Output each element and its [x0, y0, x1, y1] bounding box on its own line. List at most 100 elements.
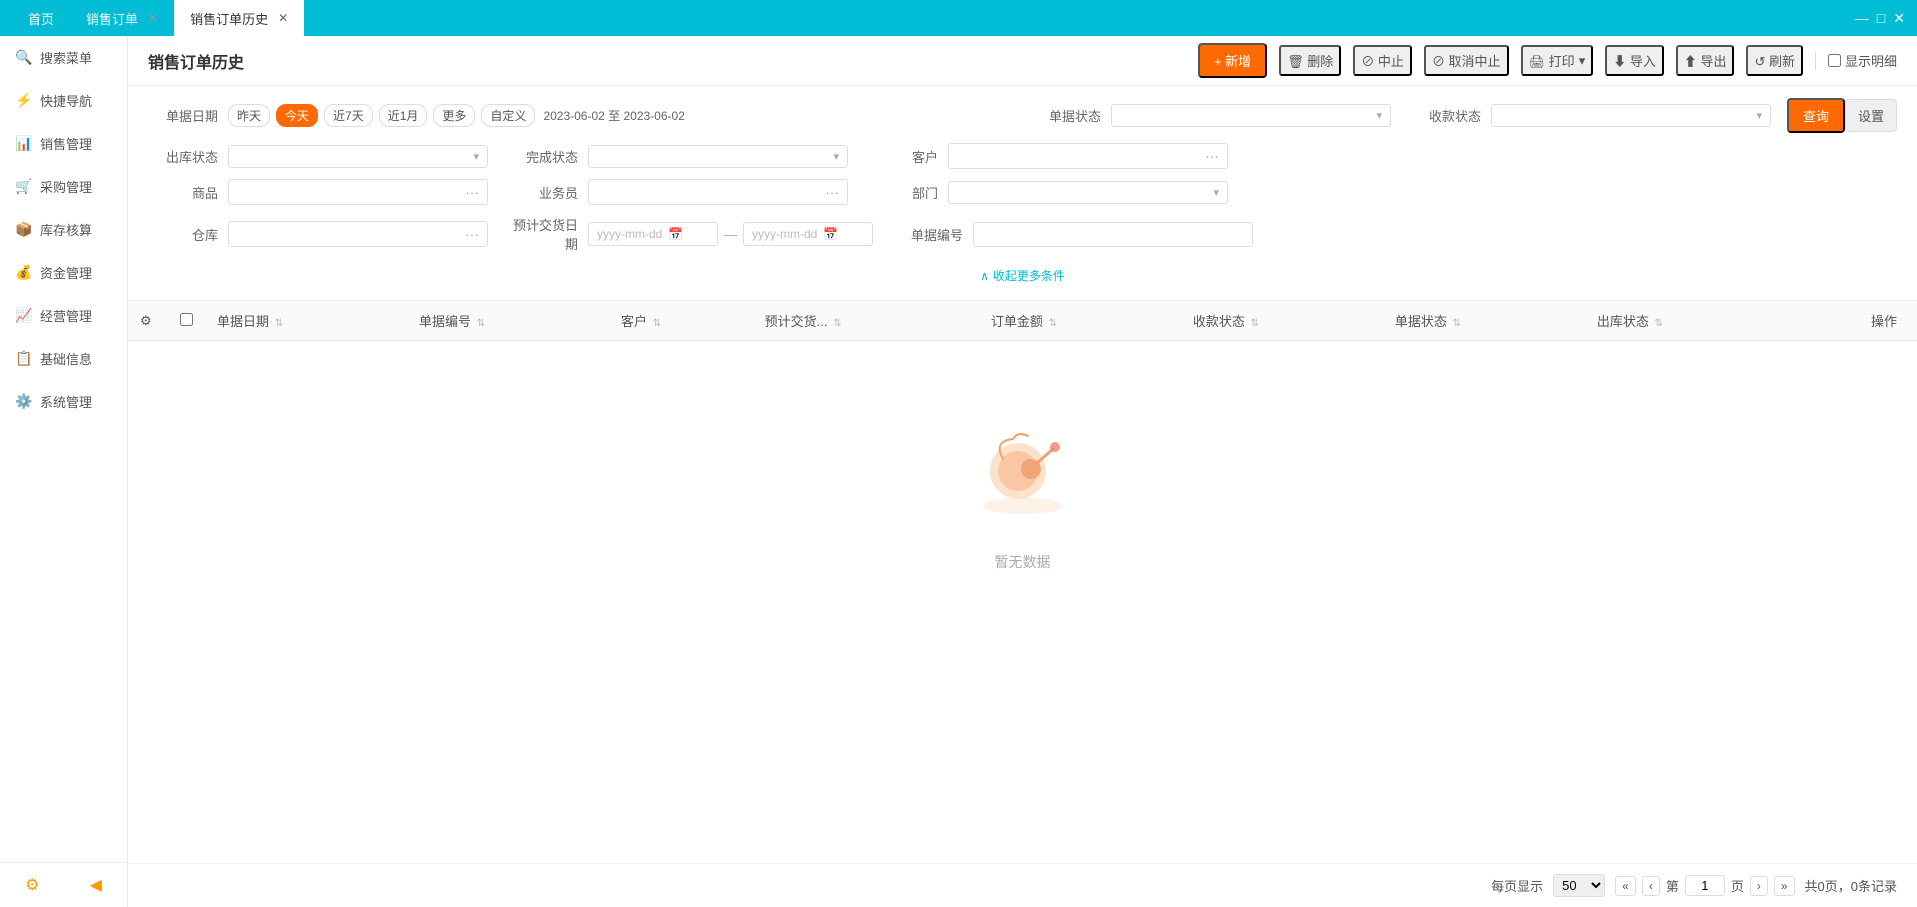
sales-mgmt-icon: 📊 — [16, 136, 32, 152]
first-page-button[interactable]: « — [1615, 876, 1636, 896]
sidebar-item-operations-mgmt[interactable]: 📈 经营管理 — [0, 294, 127, 337]
date-btn-yesterday[interactable]: 昨天 — [228, 104, 270, 127]
cancel-stop-button[interactable]: ⊘ 取消中止 — [1424, 45, 1509, 76]
th-settings[interactable]: ⚙ — [128, 301, 168, 341]
th-delivery-label: 预计交货... — [765, 314, 828, 329]
warehouse-status-label: 出库状态 — [148, 147, 228, 166]
th-order-status[interactable]: 单据状态 ⇅ — [1383, 301, 1585, 341]
close-button[interactable]: ✕ — [1893, 10, 1905, 27]
date-filter: 昨天 今天 近7天 近1月 更多 自定义 2023-06-02 至 2023-0… — [228, 104, 1011, 127]
export-button[interactable]: ⬆ 导出 — [1676, 45, 1735, 76]
th-amount[interactable]: 订单金额 ⇅ — [979, 301, 1181, 341]
sidebar-item-purchase-mgmt[interactable]: 🛒 采购管理 — [0, 165, 127, 208]
import-button[interactable]: ⬇ 导入 — [1605, 45, 1664, 76]
content-area: 销售订单历史 + 新增 🗑 删除 ⊘ 中止 ⊘ 取消中止 🖨 打印 ▾ ⬇ 导入… — [128, 36, 1917, 907]
page-nav: « ‹ 第 页 › » — [1615, 875, 1794, 896]
tab-sales-order-history-close[interactable]: ✕ — [278, 11, 288, 25]
print-label: 🖨 打印 — [1529, 51, 1575, 70]
delete-button[interactable]: 🗑 删除 — [1279, 45, 1341, 76]
sidebar-item-basic-info[interactable]: 📋 基础信息 — [0, 337, 127, 380]
sidebar-item-system-mgmt[interactable]: ⚙️ 系统管理 — [0, 380, 127, 423]
last-page-button[interactable]: » — [1774, 876, 1795, 896]
sidebar-item-basic-info-label: 基础信息 — [40, 349, 92, 368]
th-action: 操作 — [1787, 301, 1917, 341]
filter-row-1: 单据日期 昨天 今天 近7天 近1月 更多 自定义 2023-06-02 至 2… — [148, 98, 1897, 133]
tab-sales-order-close[interactable]: ✕ — [148, 11, 158, 25]
calendar-icon-1: 📅 — [668, 227, 683, 241]
calendar-icon-2: 📅 — [823, 227, 838, 241]
sidebar-item-search-menu[interactable]: 🔍 搜索菜单 — [0, 36, 127, 79]
order-number-input[interactable] — [982, 227, 1244, 242]
sidebar-item-fund-mgmt-label: 资金管理 — [40, 263, 92, 282]
search-button[interactable]: 查询 — [1787, 98, 1845, 133]
status-select[interactable]: ▾ — [1111, 104, 1391, 127]
sidebar-item-fund-mgmt[interactable]: 💰 资金管理 — [0, 251, 127, 294]
system-mgmt-icon: ⚙️ — [16, 394, 32, 410]
date-btn-custom[interactable]: 自定义 — [481, 104, 535, 127]
page-header: 销售订单历史 + 新增 🗑 删除 ⊘ 中止 ⊘ 取消中止 🖨 打印 ▾ ⬇ 导入… — [128, 36, 1917, 86]
next-page-button[interactable]: › — [1750, 876, 1768, 896]
filter-area: 单据日期 昨天 今天 近7天 近1月 更多 自定义 2023-06-02 至 2… — [128, 86, 1917, 301]
maximize-button[interactable]: □ — [1877, 10, 1885, 26]
tab-home[interactable]: 首页 — [12, 0, 70, 36]
th-checkbox[interactable] — [168, 301, 205, 341]
current-page-input[interactable] — [1685, 875, 1725, 896]
refresh-button[interactable]: ↺ 刷新 — [1746, 45, 1803, 76]
th-receipt-status[interactable]: 收款状态 ⇅ — [1181, 301, 1383, 341]
settings-gear-icon[interactable]: ⚙ — [140, 313, 152, 328]
settings-filter-button[interactable]: 设置 — [1845, 99, 1897, 132]
sidebar-item-quick-nav[interactable]: ⚡ 快捷导航 — [0, 79, 127, 122]
th-customer-sort: ⇅ — [653, 318, 661, 329]
operations-mgmt-icon: 📈 — [16, 308, 32, 324]
select-all-checkbox[interactable] — [180, 313, 193, 326]
department-select[interactable]: ▾ — [948, 181, 1228, 204]
sidebar: 🔍 搜索菜单 ⚡ 快捷导航 📊 销售管理 🛒 采购管理 📦 库存核算 💰 资金管… — [0, 36, 128, 907]
stop-button[interactable]: ⊘ 中止 — [1353, 45, 1412, 76]
sidebar-collapse-button[interactable]: ◀ — [82, 871, 110, 899]
inventory-check-icon: 📦 — [16, 222, 32, 238]
fund-mgmt-icon: 💰 — [16, 265, 32, 281]
goods-dots[interactable]: ··· — [465, 184, 479, 200]
collapse-bar[interactable]: ∧ 收起更多条件 — [148, 263, 1897, 288]
delivery-date-end[interactable]: yyyy-mm-dd 📅 — [743, 222, 873, 246]
date-btn-7days[interactable]: 近7天 — [324, 104, 373, 127]
date-btn-more[interactable]: 更多 — [433, 104, 475, 127]
date-btn-today[interactable]: 今天 — [276, 104, 318, 127]
sidebar-item-inventory-check[interactable]: 📦 库存核算 — [0, 208, 127, 251]
th-warehouse-status[interactable]: 出库状态 ⇅ — [1585, 301, 1787, 341]
sidebar-item-sales-mgmt[interactable]: 📊 销售管理 — [0, 122, 127, 165]
salesperson-dots[interactable]: ··· — [825, 184, 839, 200]
th-number[interactable]: 单据编号 ⇅ — [407, 301, 609, 341]
sidebar-bottom: ⚙ ◀ — [0, 862, 127, 907]
page-size-select[interactable]: 10 20 50 100 — [1553, 874, 1605, 897]
receipt-status-select[interactable]: ▾ — [1491, 104, 1771, 127]
sidebar-settings-button[interactable]: ⚙ — [17, 871, 47, 899]
warehouse-status-arrow: ▾ — [473, 150, 479, 163]
delivery-date-start[interactable]: yyyy-mm-dd 📅 — [588, 222, 718, 246]
department-arrow: ▾ — [1213, 186, 1219, 199]
tab-sales-order[interactable]: 销售订单 ✕ — [70, 0, 174, 36]
minimize-button[interactable]: — — [1855, 10, 1869, 26]
table-body: 暂无数据 — [128, 341, 1917, 653]
show-detail-checkbox[interactable]: 显示明细 — [1828, 51, 1897, 70]
th-customer[interactable]: 客户 ⇅ — [609, 301, 753, 341]
th-delivery[interactable]: 预计交货... ⇅ — [753, 301, 979, 341]
page-title: 销售订单历史 — [148, 49, 244, 73]
warehouse-dots[interactable]: ··· — [465, 226, 479, 242]
print-button[interactable]: 🖨 打印 ▾ — [1521, 45, 1594, 76]
tab-sales-order-history-label: 销售订单历史 — [190, 9, 268, 28]
th-date[interactable]: 单据日期 ⇅ — [205, 301, 407, 341]
th-receipt-status-label: 收款状态 — [1193, 314, 1245, 329]
warehouse-status-select[interactable]: ▾ — [228, 145, 488, 168]
customer-dots[interactable]: ··· — [1205, 148, 1219, 164]
show-detail-input[interactable] — [1828, 54, 1841, 67]
delivery-date-label: 预计交货日期 — [508, 215, 588, 253]
page-label-suffix: 页 — [1731, 876, 1744, 895]
tab-sales-order-history[interactable]: 销售订单历史 ✕ — [174, 0, 304, 36]
print-arrow: ▾ — [1579, 53, 1586, 69]
complete-status-select[interactable]: ▾ — [588, 145, 848, 168]
add-button[interactable]: + 新增 — [1198, 43, 1267, 78]
th-order-status-sort: ⇅ — [1452, 318, 1460, 329]
prev-page-button[interactable]: ‹ — [1642, 876, 1660, 896]
date-btn-1month[interactable]: 近1月 — [379, 104, 428, 127]
